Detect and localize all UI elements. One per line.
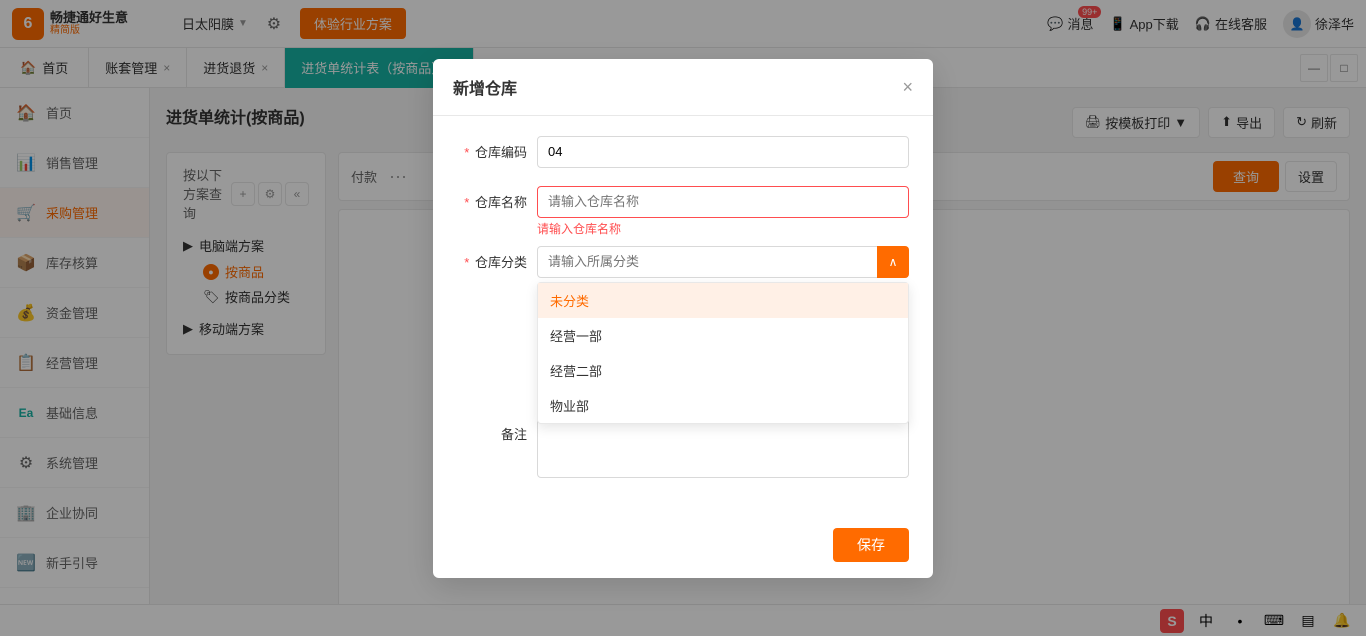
modal-overlay: 新增仓库 × * 仓库编码 * 仓库名称 请输入仓库名称 <box>0 0 1366 636</box>
form-row-name: * 仓库名称 请输入仓库名称 <box>457 186 909 218</box>
warehouse-code-input[interactable] <box>537 136 909 168</box>
warehouse-category-label: * 仓库分类 <box>457 246 537 271</box>
warehouse-name-input[interactable] <box>537 186 909 218</box>
modal-footer: 保存 <box>433 516 933 578</box>
dropdown-item-uncategorized[interactable]: 未分类 <box>538 283 908 318</box>
modal-body: * 仓库编码 * 仓库名称 请输入仓库名称 * <box>433 116 933 516</box>
save-button[interactable]: 保存 <box>833 528 909 562</box>
modal-header: 新增仓库 × <box>433 59 933 116</box>
remark-textarea[interactable] <box>537 418 909 478</box>
form-row-category: * 仓库分类 ∧ 未分类 经营一部 经营二部 物业部 <box>457 246 909 278</box>
category-dropdown-arrow[interactable]: ∧ <box>877 246 909 278</box>
form-row-remark: 备注 <box>457 418 909 478</box>
category-dropdown: 未分类 经营一部 经营二部 物业部 <box>537 282 909 424</box>
dropdown-item-dept1[interactable]: 经营一部 <box>538 318 908 353</box>
dropdown-item-property[interactable]: 物业部 <box>538 388 908 423</box>
modal-close-button[interactable]: × <box>902 78 913 96</box>
modal-new-warehouse: 新增仓库 × * 仓库编码 * 仓库名称 请输入仓库名称 <box>433 59 933 578</box>
form-row-code: * 仓库编码 <box>457 136 909 168</box>
warehouse-name-error: 请输入仓库名称 <box>537 220 621 237</box>
modal-title: 新增仓库 <box>453 75 517 99</box>
warehouse-code-label: * 仓库编码 <box>457 136 537 161</box>
warehouse-category-input[interactable] <box>537 246 909 278</box>
warehouse-name-label: * 仓库名称 <box>457 186 537 211</box>
remark-label: 备注 <box>457 418 537 443</box>
dropdown-item-dept2[interactable]: 经营二部 <box>538 353 908 388</box>
warehouse-category-select-wrap: ∧ 未分类 经营一部 经营二部 物业部 <box>537 246 909 278</box>
